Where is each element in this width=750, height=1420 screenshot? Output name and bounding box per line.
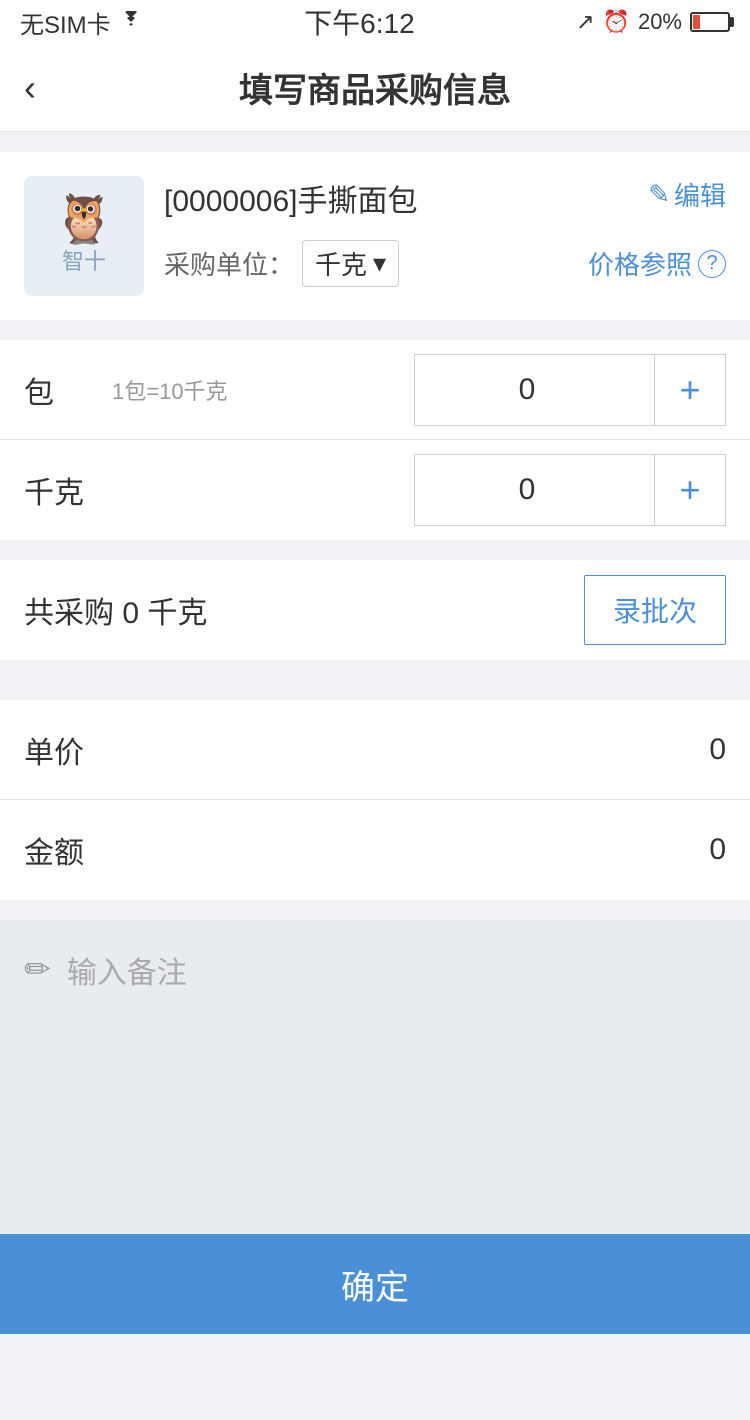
amount-value: 0: [709, 833, 726, 867]
product-image: 🦉 智十: [24, 176, 144, 296]
alarm-icon: ⏰: [603, 9, 630, 35]
status-bar: 无SIM卡 下午6:12 ↗ ⏰ 20%: [0, 0, 750, 44]
batch-button[interactable]: 录批次: [584, 575, 726, 645]
price-ref-label: 价格参照: [588, 245, 692, 282]
unit-price-label: 单价: [24, 728, 84, 772]
product-name: [0000006]手撕面包: [164, 176, 417, 220]
unit-price-value: 0: [709, 733, 726, 767]
confirm-button[interactable]: 确定: [0, 1234, 750, 1334]
product-image-label: 智十: [62, 244, 106, 276]
kg-label: 千克: [24, 468, 104, 512]
edit-button[interactable]: ✎ 编辑: [648, 176, 726, 213]
unit-row: 采购单位： 千克 ▾ 价格参照 ?: [164, 240, 726, 287]
page-title: 填写商品采购信息: [239, 63, 511, 112]
edit-icon: ✎: [648, 179, 670, 210]
unit-value: 千克: [315, 245, 367, 282]
summary-text: 共采购 0 千克: [24, 588, 207, 632]
bao-controls: +: [414, 354, 726, 426]
bao-plus-button[interactable]: +: [654, 354, 726, 426]
summary-row: 共采购 0 千克 录批次: [0, 560, 750, 660]
unit-select-dropdown[interactable]: 千克 ▾: [302, 240, 399, 287]
bao-label: 包: [24, 368, 104, 412]
bao-input-row: 包 1包=10千克 +: [0, 340, 750, 440]
status-left: 无SIM卡: [20, 5, 143, 40]
section-divider-2: [0, 660, 750, 680]
unit-price-row: 单价 0: [0, 700, 750, 800]
price-section: 单价 0 金额 0: [0, 700, 750, 900]
pencil-icon: ✏: [24, 950, 51, 988]
kg-plus-button[interactable]: +: [654, 454, 726, 526]
amount-label: 金额: [24, 828, 84, 872]
status-time: 下午6:12: [304, 2, 415, 42]
battery-percent: 20%: [638, 9, 682, 35]
owl-icon: 🦉: [54, 196, 114, 244]
nav-bar: ‹ 填写商品采购信息: [0, 44, 750, 132]
product-info: [0000006]手撕面包 ✎ 编辑 采购单位： 千克 ▾ 价格参照 ?: [164, 176, 726, 287]
amount-row: 金额 0: [0, 800, 750, 900]
product-card: 🦉 智十 [0000006]手撕面包 ✎ 编辑 采购单位： 千克 ▾ 价格参照 …: [0, 152, 750, 320]
kg-input[interactable]: [414, 454, 654, 526]
back-button[interactable]: ‹: [24, 67, 36, 109]
dropdown-arrow: ▾: [373, 248, 386, 279]
product-header: [0000006]手撕面包 ✎ 编辑: [164, 176, 726, 220]
wifi-icon: [119, 8, 143, 36]
section-divider-1: [0, 320, 750, 340]
summary-section: 共采购 0 千克 录批次: [0, 560, 750, 660]
bao-sub-label: 1包=10千克: [112, 374, 228, 406]
help-icon: ?: [698, 250, 726, 278]
unit-label: 采购单位：: [164, 245, 294, 282]
battery-icon: [690, 12, 730, 32]
kg-input-row: 千克 +: [0, 440, 750, 540]
price-ref-button[interactable]: 价格参照 ?: [588, 245, 726, 282]
carrier-label: 无SIM卡: [20, 5, 111, 40]
input-section: 包 1包=10千克 + 千克 +: [0, 340, 750, 540]
status-right: ↗ ⏰ 20%: [576, 9, 730, 35]
bottom-spacer: [0, 1320, 750, 1420]
kg-controls: +: [414, 454, 726, 526]
edit-label: 编辑: [674, 176, 726, 213]
location-icon: ↗: [576, 9, 594, 35]
bao-input[interactable]: [414, 354, 654, 426]
notes-placeholder: 输入备注: [67, 948, 187, 992]
